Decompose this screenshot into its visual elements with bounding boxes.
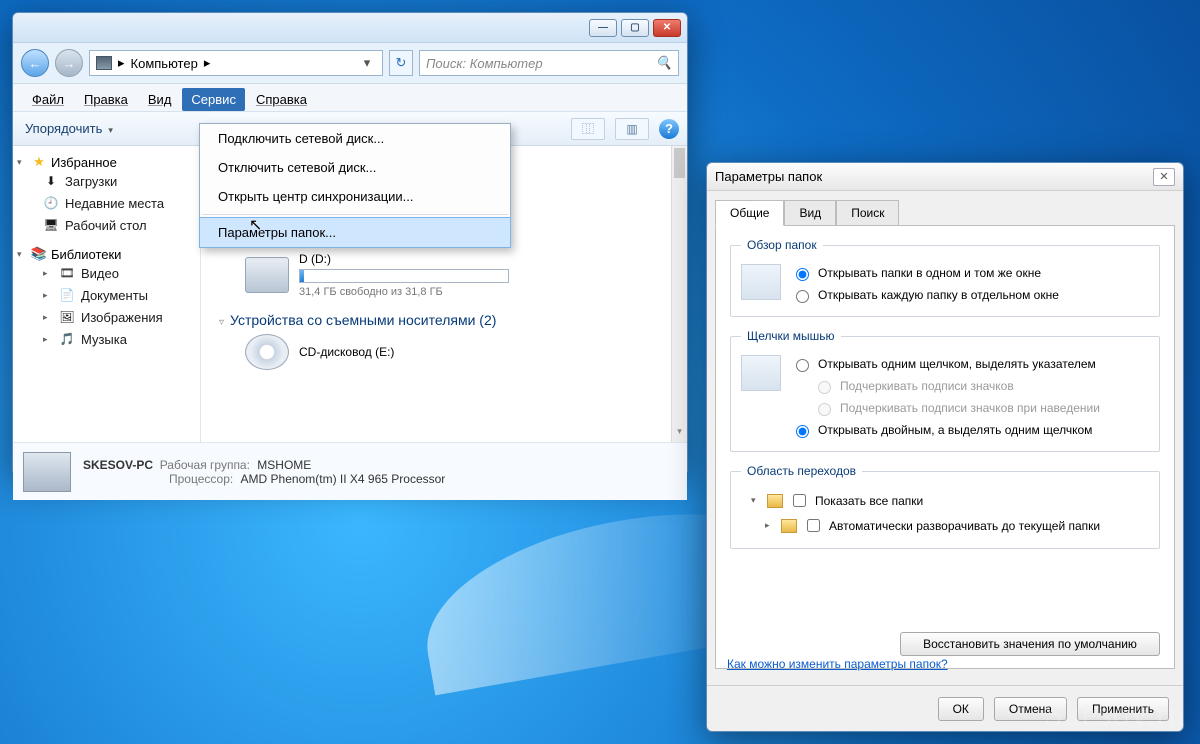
help-link[interactable]: Как можно изменить параметры папок? bbox=[727, 657, 948, 671]
menu-service[interactable]: Сервис bbox=[182, 88, 245, 111]
cancel-button[interactable]: Отмена bbox=[994, 697, 1067, 721]
folder-icon bbox=[767, 494, 783, 508]
tab-view[interactable]: Вид bbox=[784, 200, 836, 226]
preview-pane-button[interactable]: ▥ bbox=[615, 118, 649, 140]
sidebar-item-pictures[interactable]: ▸🖼Изображения bbox=[17, 306, 196, 328]
tab-general[interactable]: Общие bbox=[715, 200, 784, 226]
drive-d-usage bbox=[300, 270, 304, 282]
cd-icon bbox=[245, 334, 289, 370]
tab-strip: Общие Вид Поиск bbox=[707, 191, 1183, 225]
tab-search[interactable]: Поиск bbox=[836, 200, 899, 226]
sidebar-item-desktop[interactable]: 🖥Рабочий стол bbox=[17, 214, 196, 236]
breadcrumb-sep2: ▸ bbox=[204, 55, 211, 71]
radio-single-click[interactable]: Открывать одним щелчком, выделять указат… bbox=[791, 353, 1100, 375]
drive-cd[interactable]: CD-дисковод (E:) bbox=[245, 334, 673, 370]
video-icon: 🎞 bbox=[59, 265, 75, 281]
radio-underline-always: Подчеркивать подписи значков bbox=[813, 375, 1100, 397]
view-mode-button[interactable]: ⿲ bbox=[571, 118, 605, 140]
menu-item-sync-center[interactable]: Открыть центр синхронизации... bbox=[200, 182, 510, 211]
breadcrumb[interactable]: ▸ Компьютер ▸ ▾ bbox=[89, 50, 383, 76]
menu-file[interactable]: Файл bbox=[23, 88, 73, 111]
group-browse-folders: Обзор папок Открывать папки в одном и то… bbox=[730, 238, 1160, 317]
menu-edit[interactable]: Правка bbox=[75, 88, 137, 111]
radio-new-window[interactable]: Открывать каждую папку в отдельном окне bbox=[791, 284, 1059, 306]
close-button[interactable]: ✕ bbox=[653, 19, 681, 37]
drive-d[interactable]: D (D:) 31,4 ГБ свободно из 31,8 ГБ bbox=[245, 252, 673, 298]
search-icon: 🔍 bbox=[656, 55, 672, 71]
dialog-footer: ОК Отмена Применить bbox=[707, 685, 1183, 731]
menu-item-map-drive[interactable]: Подключить сетевой диск... bbox=[200, 124, 510, 153]
organize-button[interactable]: Упорядочить bbox=[21, 119, 127, 138]
sidebar-item-video[interactable]: ▸🎞Видео bbox=[17, 262, 196, 284]
status-bar: SKESOV-PC Рабочая группа: MSHOME Процесс… bbox=[13, 442, 687, 500]
drive-cd-name: CD-дисковод (E:) bbox=[299, 345, 394, 359]
status-pc-name: SKESOV-PC bbox=[83, 458, 153, 472]
library-icon: 📚 bbox=[31, 246, 47, 262]
explorer-window: — ▢ ✕ ← → ▸ Компьютер ▸ ▾ ↻ Поиск: Компь… bbox=[12, 12, 688, 476]
tab-page-general: Обзор папок Открывать папки в одном и то… bbox=[715, 225, 1175, 669]
menu-view[interactable]: Вид bbox=[139, 88, 181, 111]
tree-auto-expand[interactable]: ▸ Автоматически разворачивать до текущей… bbox=[765, 513, 1149, 538]
folder-icon bbox=[781, 519, 797, 533]
recent-icon: 🕘 bbox=[43, 195, 59, 211]
forward-button[interactable]: → bbox=[55, 49, 83, 77]
ok-button[interactable]: ОК bbox=[938, 697, 984, 721]
radio-same-window[interactable]: Открывать папки в одном и том же окне bbox=[791, 262, 1059, 284]
breadcrumb-sep: ▸ bbox=[118, 55, 125, 71]
dialog-title: Параметры папок bbox=[715, 169, 822, 184]
sidebar-libraries-head[interactable]: ▾📚 Библиотеки bbox=[17, 246, 196, 262]
menu-item-unmap-drive[interactable]: Отключить сетевой диск... bbox=[200, 153, 510, 182]
sidebar-item-documents[interactable]: ▸📄Документы bbox=[17, 284, 196, 306]
address-bar: ← → ▸ Компьютер ▸ ▾ ↻ Поиск: Компьютер 🔍 bbox=[13, 43, 687, 84]
sidebar-item-recent[interactable]: 🕘Недавние места bbox=[17, 192, 196, 214]
section-removable[interactable]: ▿Устройства со съемными носителями (2) bbox=[219, 312, 673, 328]
group-click-items: Щелчки мышью Открывать одним щелчком, вы… bbox=[730, 329, 1160, 452]
apply-button[interactable]: Применить bbox=[1077, 697, 1169, 721]
computer-icon bbox=[96, 56, 112, 70]
navigation-pane: ▾★ Избранное ⬇Загрузки 🕘Недавние места 🖥… bbox=[13, 146, 201, 442]
maximize-button[interactable]: ▢ bbox=[621, 19, 649, 37]
sidebar-favorites-head[interactable]: ▾★ Избранное bbox=[17, 154, 196, 170]
computer-icon bbox=[23, 452, 71, 492]
vertical-scrollbar[interactable]: ▴ ▾ bbox=[671, 146, 687, 442]
back-button[interactable]: ← bbox=[21, 49, 49, 77]
dialog-titlebar[interactable]: Параметры папок ✕ bbox=[707, 163, 1183, 191]
radio-double-click[interactable]: Открывать двойным, а выделять одним щелч… bbox=[791, 419, 1100, 441]
explorer-titlebar[interactable]: — ▢ ✕ bbox=[13, 13, 687, 43]
picture-icon: 🖼 bbox=[59, 309, 75, 325]
minimize-button[interactable]: — bbox=[589, 19, 617, 37]
sidebar-item-music[interactable]: ▸🎵Музыка bbox=[17, 328, 196, 350]
drive-d-name: D (D:) bbox=[299, 252, 509, 266]
download-icon: ⬇ bbox=[43, 173, 59, 189]
refresh-button[interactable]: ↻ bbox=[389, 50, 413, 76]
desktop-icon: 🖥 bbox=[43, 217, 59, 233]
menu-help[interactable]: Справка bbox=[247, 88, 316, 111]
music-icon: 🎵 bbox=[59, 331, 75, 347]
drive-d-sub: 31,4 ГБ свободно из 31,8 ГБ bbox=[299, 286, 509, 298]
menu-bar: Файл Правка Вид Сервис Справка bbox=[13, 84, 687, 112]
document-icon: 📄 bbox=[59, 287, 75, 303]
group-navigation-pane: Область переходов ▾ Показать все папки ▸… bbox=[730, 464, 1160, 549]
breadcrumb-dropdown[interactable]: ▾ bbox=[358, 55, 376, 71]
restore-defaults-button[interactable]: Восстановить значения по умолчанию bbox=[900, 632, 1160, 656]
tree-show-all[interactable]: ▾ Показать все папки bbox=[751, 488, 1149, 513]
help-button[interactable]: ? bbox=[659, 119, 679, 139]
status-workgroup: MSHOME bbox=[257, 458, 311, 472]
sidebar-item-downloads[interactable]: ⬇Загрузки bbox=[17, 170, 196, 192]
radio-underline-hover: Подчеркивать подписи значков при наведен… bbox=[813, 397, 1100, 419]
folder-options-dialog: Параметры папок ✕ Общие Вид Поиск Обзор … bbox=[706, 162, 1184, 732]
status-cpu: AMD Phenom(tm) II X4 965 Processor bbox=[241, 472, 446, 486]
breadcrumb-text[interactable]: Компьютер bbox=[131, 56, 198, 71]
folder-icon bbox=[741, 264, 781, 300]
service-menu: Подключить сетевой диск... Отключить сет… bbox=[199, 123, 511, 248]
cursor-icon bbox=[741, 355, 781, 391]
menu-item-folder-options[interactable]: Параметры папок... bbox=[199, 217, 511, 248]
hdd-icon bbox=[245, 257, 289, 293]
dialog-close-button[interactable]: ✕ bbox=[1153, 168, 1175, 186]
star-icon: ★ bbox=[31, 154, 47, 170]
search-input[interactable]: Поиск: Компьютер 🔍 bbox=[419, 50, 679, 76]
search-placeholder: Поиск: Компьютер bbox=[426, 56, 543, 71]
